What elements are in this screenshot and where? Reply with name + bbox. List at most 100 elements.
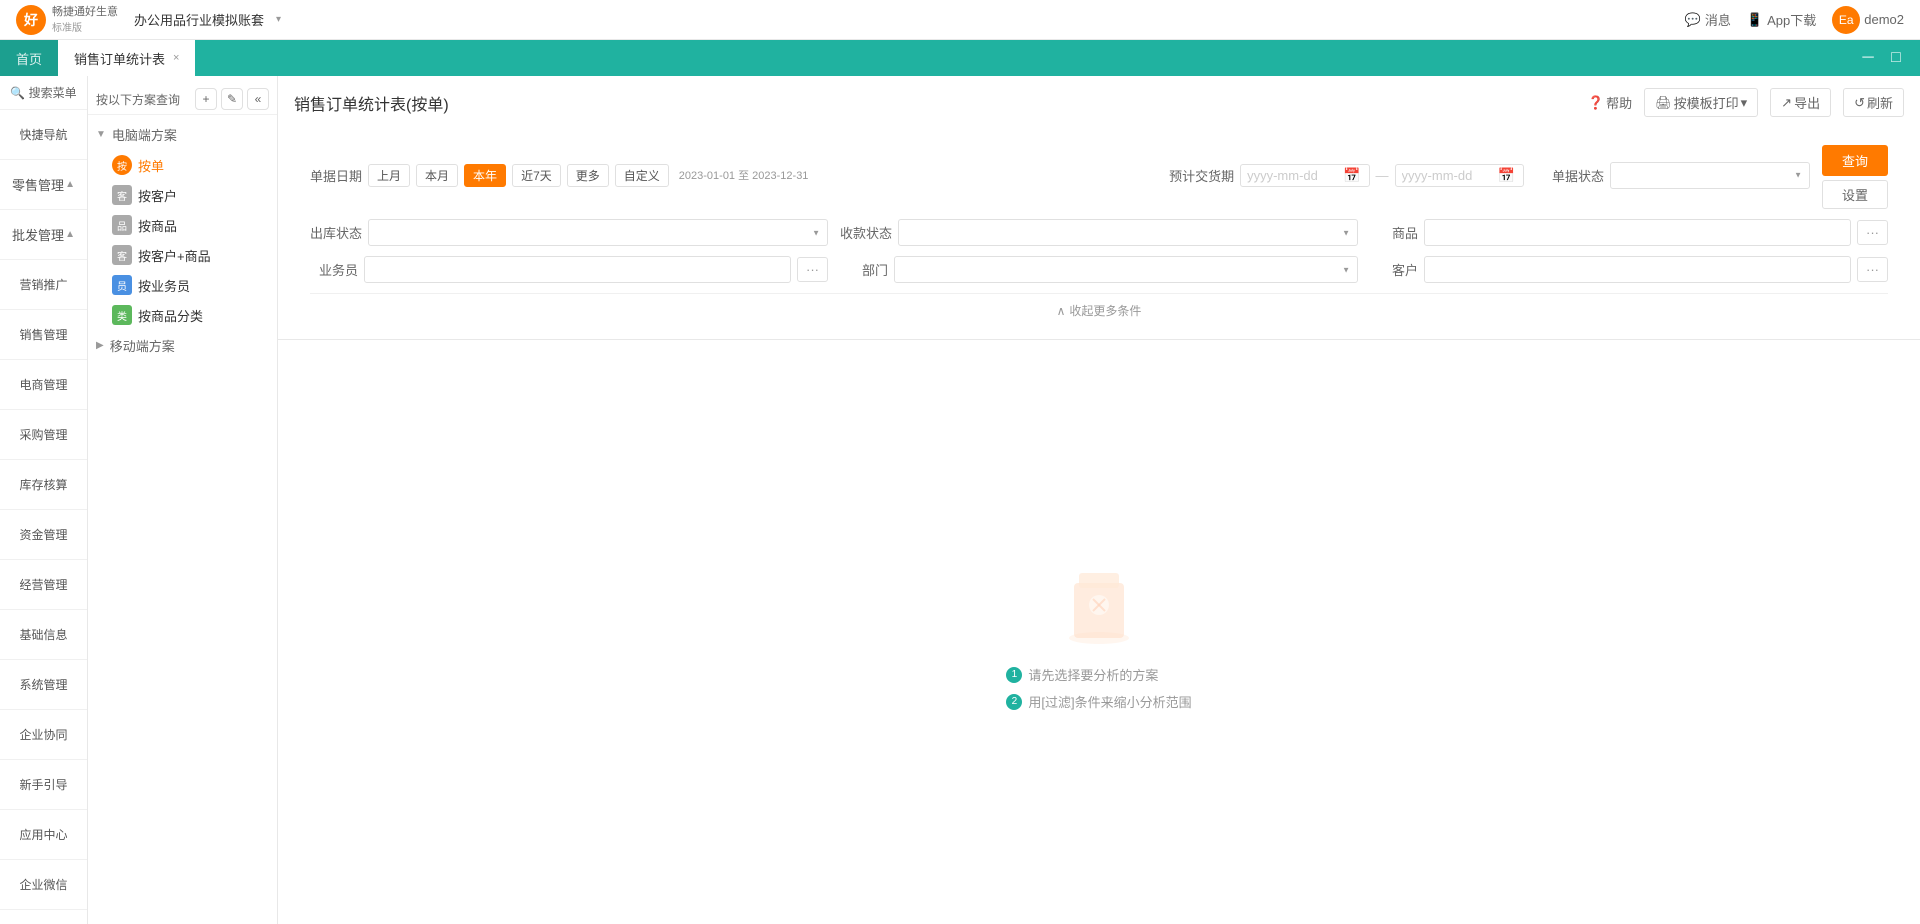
help-btn[interactable]: ❓ 帮助 xyxy=(1588,93,1632,112)
settings-btn[interactable]: 设置 xyxy=(1822,180,1888,209)
cal-from-icon[interactable]: 📅 xyxy=(1343,167,1360,184)
retail-arrow-icon: ▲ xyxy=(65,179,75,190)
date-filter-cell: 单据日期 上月 本月 本年 近7天 更多 自定义 2023-01-01 至 20… xyxy=(310,164,808,187)
content-area: 销售订单统计表(按单) ❓ 帮助 🖨 按模板打印 ▾ ↗ 导出 xyxy=(278,76,1920,924)
page-title: 销售订单统计表(按单) xyxy=(294,91,449,115)
status-select[interactable] xyxy=(1610,162,1810,189)
refresh-icon: ↺ xyxy=(1854,95,1865,111)
btn-group-right: 查询 设置 xyxy=(1822,145,1888,209)
date-btn-last-month[interactable]: 上月 xyxy=(368,164,410,187)
tree-item-by-order[interactable]: 按 按单 xyxy=(104,150,277,180)
empty-tip-1: 1 请先选择要分析的方案 xyxy=(1006,665,1191,684)
avatar: Ea xyxy=(1832,6,1860,34)
query-btn[interactable]: 查询 xyxy=(1822,145,1888,176)
sidebar: 🔍 搜索菜单 快捷导航 零售管理 ▲ 批发管理 ▲ 营销推广 销售管理 电商管理… xyxy=(0,76,88,924)
filter-row-1: 单据日期 上月 本月 本年 近7天 更多 自定义 2023-01-01 至 20… xyxy=(310,141,1888,209)
nav-tab-actions: ─ □ xyxy=(1844,46,1920,70)
by-order-icon: 按 xyxy=(112,155,132,175)
cal-to-icon[interactable]: 📅 xyxy=(1498,167,1515,184)
by-salesperson-icon: 员 xyxy=(112,275,132,295)
search-icon: 🔍 xyxy=(10,86,25,100)
app-download-btn[interactable]: 📱 App下载 xyxy=(1747,10,1816,29)
out-status-select[interactable] xyxy=(368,219,828,246)
expected-date-from: 📅 xyxy=(1240,164,1369,187)
sidebar-item-wholesale[interactable]: 批发管理 ▲ xyxy=(0,210,87,260)
date-btn-custom[interactable]: 自定义 xyxy=(615,164,669,187)
sidebar-item-enterprise[interactable]: 企业协同 xyxy=(0,710,87,760)
sidebar-item-system[interactable]: 系统管理 xyxy=(0,660,87,710)
sidebar-item-new-guide[interactable]: 新手引导 xyxy=(0,760,87,810)
tree-item-by-category[interactable]: 类 按商品分类 xyxy=(104,300,277,330)
salesperson-input[interactable] xyxy=(364,256,791,283)
message-btn[interactable]: 💬 消息 xyxy=(1685,10,1731,29)
expected-date-to-input[interactable] xyxy=(1402,168,1492,183)
date-btn-this-year[interactable]: 本年 xyxy=(464,164,506,187)
tree-group-mobile[interactable]: ▶ 移动端方案 xyxy=(88,330,277,361)
expected-date-cell: 预计交货期 📅 — 📅 xyxy=(1169,164,1524,187)
sidebar-item-ecommerce[interactable]: 电商管理 xyxy=(0,360,87,410)
template-dropdown-icon: ▾ xyxy=(1741,95,1748,111)
status-filter-cell: 单据状态 xyxy=(1552,162,1810,189)
maximize-tab-btn[interactable]: □ xyxy=(1884,46,1908,70)
empty-tips: 1 请先选择要分析的方案 2 用[过滤]条件来缩小分析范围 xyxy=(1006,665,1191,711)
customer-more-btn[interactable]: ··· xyxy=(1857,257,1888,282)
logo-text-group: 畅捷通好生意 标准版 xyxy=(52,5,118,34)
tree-item-by-goods[interactable]: 品 按商品 xyxy=(104,210,277,240)
panel-edit-btn[interactable]: ✎ xyxy=(221,88,243,110)
goods-input[interactable] xyxy=(1424,219,1851,246)
user-profile-btn[interactable]: Ea demo2 xyxy=(1832,6,1904,34)
salesperson-more-btn[interactable]: ··· xyxy=(797,257,828,282)
sidebar-item-wechat[interactable]: 企业微信 xyxy=(0,860,87,910)
sidebar-item-retail[interactable]: 零售管理 ▲ xyxy=(0,160,87,210)
sidebar-item-basic-info[interactable]: 基础信息 xyxy=(0,610,87,660)
sidebar-item-shortcut[interactable]: 快捷导航 xyxy=(0,110,87,160)
sidebar-item-sales[interactable]: 销售管理 xyxy=(0,310,87,360)
tab-home[interactable]: 首页 xyxy=(0,40,58,76)
sidebar-item-finance[interactable]: 资金管理 xyxy=(0,510,87,560)
customer-label: 客户 xyxy=(1370,260,1418,279)
dept-select[interactable] xyxy=(894,256,1358,283)
tree-pc-items: 按 按单 客 按客户 品 按商品 客 按客户+商品 员 按业务员 类 按商品分类 xyxy=(88,150,277,330)
empty-tip-2: 2 用[过滤]条件来缩小分析范围 xyxy=(1006,692,1191,711)
by-goods-icon: 品 xyxy=(112,215,132,235)
collapse-bar[interactable]: ∧ 收起更多条件 xyxy=(310,293,1888,327)
expected-date-from-input[interactable] xyxy=(1247,168,1337,183)
print-icon: 🖨 xyxy=(1655,95,1672,111)
tip-num-2: 2 xyxy=(1006,694,1022,710)
help-icon: ❓ xyxy=(1588,95,1604,111)
tab-sales-order-stat[interactable]: 销售订单统计表 × xyxy=(58,40,195,76)
sidebar-item-purchase[interactable]: 采购管理 xyxy=(0,410,87,460)
app-title-dropdown[interactable]: ▾ xyxy=(276,14,281,25)
date-btn-more[interactable]: 更多 xyxy=(567,164,609,187)
sidebar-item-app-center[interactable]: 应用中心 xyxy=(0,810,87,860)
panel-collapse-btn[interactable]: « xyxy=(247,88,269,110)
sidebar-item-operations[interactable]: 经营管理 xyxy=(0,560,87,610)
sidebar-item-inventory[interactable]: 库存核算 xyxy=(0,460,87,510)
tab-close-icon[interactable]: × xyxy=(173,52,179,64)
receipt-status-select[interactable] xyxy=(898,219,1358,246)
tree-item-by-customer[interactable]: 客 按客户 xyxy=(104,180,277,210)
sidebar-item-marketing[interactable]: 营销推广 xyxy=(0,260,87,310)
customer-input[interactable] xyxy=(1424,256,1851,283)
date-btn-last7days[interactable]: 近7天 xyxy=(512,164,561,187)
search-menu-item[interactable]: 🔍 搜索菜单 xyxy=(0,76,87,110)
refresh-btn[interactable]: ↺ 刷新 xyxy=(1843,88,1904,117)
minimize-tab-btn[interactable]: ─ xyxy=(1856,46,1880,70)
template-print-btn[interactable]: 🖨 按模板打印 ▾ xyxy=(1644,88,1758,117)
out-status-select-wrap xyxy=(368,219,828,246)
logo-sub: 标准版 xyxy=(52,19,118,34)
goods-more-btn[interactable]: ··· xyxy=(1857,220,1888,245)
nav-tabs: 首页 销售订单统计表 × ─ □ xyxy=(0,40,1920,76)
export-btn[interactable]: ↗ 导出 xyxy=(1770,88,1831,117)
sidebar-item-member[interactable]: 畅会员 xyxy=(0,910,87,924)
date-separator: — xyxy=(1376,168,1389,183)
panel-add-btn[interactable]: + xyxy=(195,88,217,110)
date-btn-this-month[interactable]: 本月 xyxy=(416,164,458,187)
expected-date-to: 📅 xyxy=(1395,164,1524,187)
salesperson-label: 业务员 xyxy=(310,260,358,279)
tree-item-by-customer-goods[interactable]: 客 按客户+商品 xyxy=(104,240,277,270)
tree-item-by-salesperson[interactable]: 员 按业务员 xyxy=(104,270,277,300)
tree-group-pc[interactable]: ▼ 电脑端方案 xyxy=(88,119,277,150)
status-label: 单据状态 xyxy=(1552,166,1604,185)
status-select-wrapper xyxy=(1610,162,1810,189)
